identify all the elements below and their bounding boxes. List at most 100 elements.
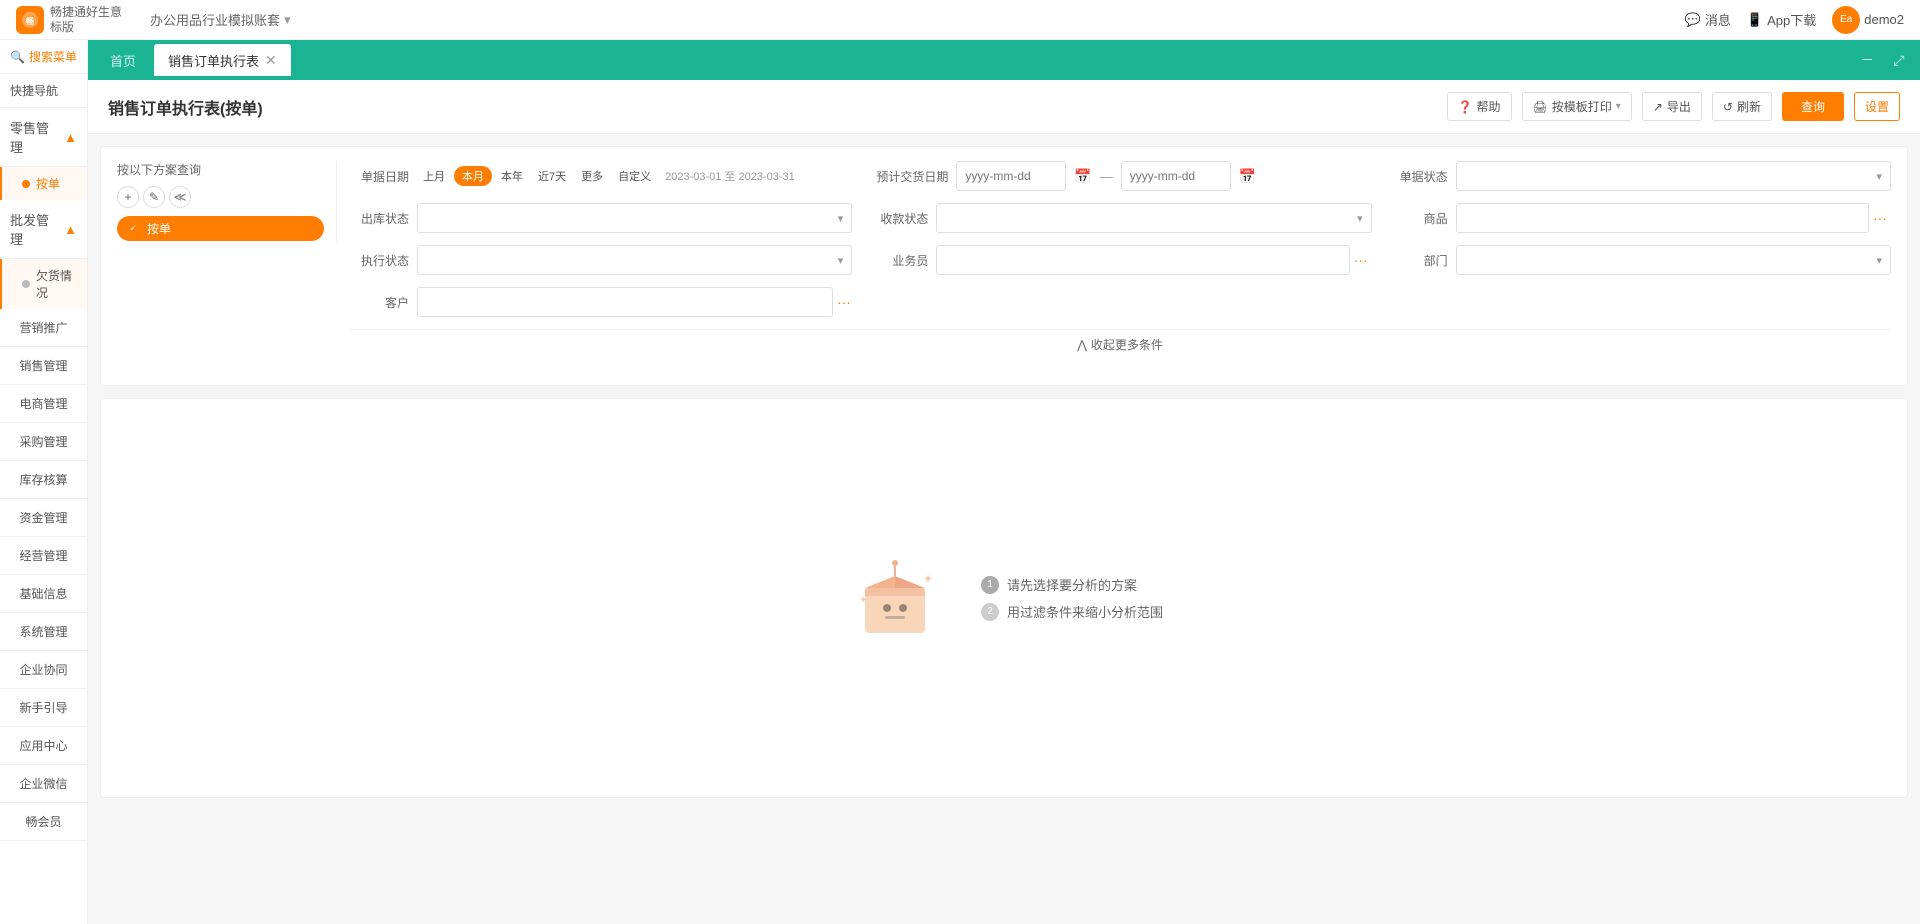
date-btn-custom[interactable]: 自定义 — [612, 166, 657, 186]
filter-row-4: 客户 ··· — [349, 287, 1891, 317]
filter-section-title: 按以下方案查询 — [117, 161, 324, 178]
avatar: Ea — [1832, 6, 1860, 34]
step-1-icon: 1 — [981, 576, 999, 594]
add-scheme-button[interactable]: + — [117, 186, 139, 208]
date-btn-7days[interactable]: 近7天 — [532, 166, 572, 186]
calendar-end-icon[interactable]: 📅 — [1239, 168, 1256, 185]
export-button[interactable]: ↗ 导出 — [1642, 92, 1702, 121]
empty-text-list: 1 请先选择要分析的方案 2 用过滤条件来缩小分析范围 — [981, 575, 1163, 621]
calendar-start-icon[interactable]: 📅 — [1074, 168, 1091, 185]
tab-close-icon[interactable]: ✕ — [265, 52, 277, 69]
out-status-chevron-icon: ▾ — [838, 212, 844, 225]
sidebar-item-member[interactable]: 畅会员 — [0, 803, 87, 841]
svg-text:✦: ✦ — [859, 595, 867, 606]
query-button[interactable]: 查询 — [1782, 92, 1844, 121]
sidebar-item-retail[interactable]: 零售管理 ▲ — [0, 108, 87, 167]
main-layout: 🔍 搜索菜单 快捷导航 零售管理 ▲ 按单 批发管理 ▲ — [0, 40, 1920, 924]
bill-status-chevron-icon: ▾ — [1876, 170, 1882, 183]
collapse-scheme-button[interactable]: ≪ — [169, 186, 191, 208]
empty-step-2: 2 用过滤条件来缩小分析范围 — [981, 602, 1163, 621]
basic-label: 基础信息 — [19, 585, 67, 602]
app-download-action[interactable]: 📱 App下载 — [1747, 10, 1816, 29]
edit-scheme-button[interactable]: ✎ — [143, 186, 165, 208]
user-action[interactable]: Ea demo2 — [1832, 6, 1904, 34]
exec-status-select[interactable]: ▾ — [417, 245, 852, 275]
sidebar-item-wholesale[interactable]: 批发管理 ▲ — [0, 200, 87, 259]
bill-status-select[interactable]: ▾ — [1456, 161, 1891, 191]
sidebar-search[interactable]: 🔍 搜索菜单 — [0, 40, 87, 74]
customer-label: 客户 — [349, 294, 409, 311]
retail-label: 零售管理 — [10, 118, 61, 156]
page-header-actions: ❓ 帮助 🖨 按模板打印 ▾ ↗ 导出 ↺ — [1447, 92, 1900, 121]
expected-date-end-input[interactable] — [1121, 161, 1231, 191]
goods-input-wrap: ··· — [1456, 203, 1891, 233]
dept-select[interactable]: ▾ — [1456, 245, 1891, 275]
empty-state-row: ✦ ✦ 1 请先选择要分析的方案 2 — [845, 548, 1163, 648]
collect-status-select[interactable]: ▾ — [936, 203, 1371, 233]
collect-status-label: 收款状态 — [868, 210, 928, 227]
date-btn-more[interactable]: 更多 — [575, 166, 609, 186]
out-status-select[interactable]: ▾ — [417, 203, 852, 233]
help-button[interactable]: ❓ 帮助 — [1447, 92, 1512, 121]
date-btn-this-year[interactable]: 本年 — [495, 166, 529, 186]
ecommerce-label: 电商管理 — [19, 395, 67, 412]
member-label: 畅会员 — [25, 813, 61, 830]
salesman-input[interactable] — [936, 245, 1349, 275]
sidebar-submenu-item-owe[interactable]: 欠货情况 — [2, 259, 87, 309]
operations-label: 经营管理 — [19, 547, 67, 564]
date-btn-last-month[interactable]: 上月 — [417, 166, 451, 186]
filter-field-expected-date: 预计交货日期 📅 — 📅 — [868, 161, 1371, 191]
sidebar-item-system[interactable]: 系统管理 — [0, 613, 87, 651]
goods-ellipsis-icon[interactable]: ··· — [1869, 210, 1891, 226]
sidebar-item-newbie[interactable]: 新手引导 — [0, 689, 87, 727]
collapse-more-button[interactable]: ⋀ 收起更多条件 — [349, 329, 1891, 359]
sidebar-item-corp-wechat[interactable]: 企业微信 — [0, 765, 87, 803]
download-icon: 📱 — [1747, 12, 1763, 28]
page-title: 销售订单执行表(按单) — [108, 95, 263, 119]
tab-minimize-button[interactable]: － — [1854, 47, 1880, 73]
sidebar-item-operations[interactable]: 经营管理 — [0, 537, 87, 575]
header-left: 畅 畅捷通好生意 标版 办公用品行业模拟账套 ▾ — [16, 5, 291, 34]
page-inner: 销售订单执行表(按单) ❓ 帮助 🖨 按模板打印 ▾ ↗ — [88, 80, 1920, 924]
empty-illustration: ✦ ✦ — [845, 548, 945, 648]
filter-row-2: 出库状态 ▾ 收款状态 ▾ — [349, 203, 1891, 233]
sidebar-submenu-item-scheme[interactable]: 按单 — [2, 167, 87, 200]
sidebar-item-app-center[interactable]: 应用中心 — [0, 727, 87, 765]
filter-field-dept: 部门 ▾ — [1388, 245, 1891, 275]
sidebar-item-ecommerce[interactable]: 电商管理 — [0, 385, 87, 423]
sidebar-item-purchase[interactable]: 采购管理 — [0, 423, 87, 461]
refresh-button[interactable]: ↺ 刷新 — [1712, 92, 1772, 121]
scheme-item-by-order[interactable]: ✓ 按单 — [117, 216, 324, 241]
sidebar-item-inventory[interactable]: 库存核算 — [0, 461, 87, 499]
goods-input[interactable] — [1456, 203, 1869, 233]
goods-label: 商品 — [1388, 210, 1448, 227]
customer-input[interactable] — [417, 287, 833, 317]
date-btn-this-month[interactable]: 本月 — [454, 166, 492, 186]
tab-sales-exec[interactable]: 销售订单执行表 ✕ — [154, 44, 291, 76]
expected-date-label: 预计交货日期 — [868, 168, 948, 185]
sidebar-item-finance[interactable]: 资金管理 — [0, 499, 87, 537]
header-right: 💬 消息 📱 App下载 Ea demo2 — [1685, 6, 1904, 34]
refresh-icon: ↺ — [1723, 100, 1733, 114]
sidebar-item-marketing[interactable]: 营销推广 — [0, 309, 87, 347]
scheme-actions: + ✎ ≪ — [117, 186, 324, 208]
sidebar-quick-nav[interactable]: 快捷导航 — [0, 74, 87, 108]
data-area: ✦ ✦ 1 请先选择要分析的方案 2 — [100, 398, 1908, 798]
print-button[interactable]: 🖨 按模板打印 ▾ — [1522, 92, 1632, 121]
marketing-label: 营销推广 — [19, 319, 67, 336]
tab-home[interactable]: 首页 — [96, 44, 150, 76]
date-group: 上月 本月 本年 近7天 更多 自定义 2023-03-01 至 2023-03… — [417, 166, 852, 186]
sidebar-item-enterprise[interactable]: 企业协同 — [0, 651, 87, 689]
sidebar-item-sales[interactable]: 销售管理 — [0, 347, 87, 385]
chevron-icon: ▲ — [64, 130, 77, 145]
tab-maximize-button[interactable]: ⤢ — [1886, 47, 1912, 73]
expected-date-start-input[interactable] — [956, 161, 1066, 191]
customer-ellipsis-icon[interactable]: ··· — [833, 294, 855, 310]
salesman-ellipsis-icon[interactable]: ··· — [1350, 252, 1372, 268]
sidebar-item-basic[interactable]: 基础信息 — [0, 575, 87, 613]
message-action[interactable]: 💬 消息 — [1685, 10, 1731, 29]
settings-button[interactable]: 设置 — [1854, 92, 1900, 121]
filter-field-goods: 商品 ··· — [1388, 203, 1891, 233]
sidebar: 🔍 搜索菜单 快捷导航 零售管理 ▲ 按单 批发管理 ▲ — [0, 40, 88, 924]
app-center-label: 应用中心 — [19, 737, 67, 754]
